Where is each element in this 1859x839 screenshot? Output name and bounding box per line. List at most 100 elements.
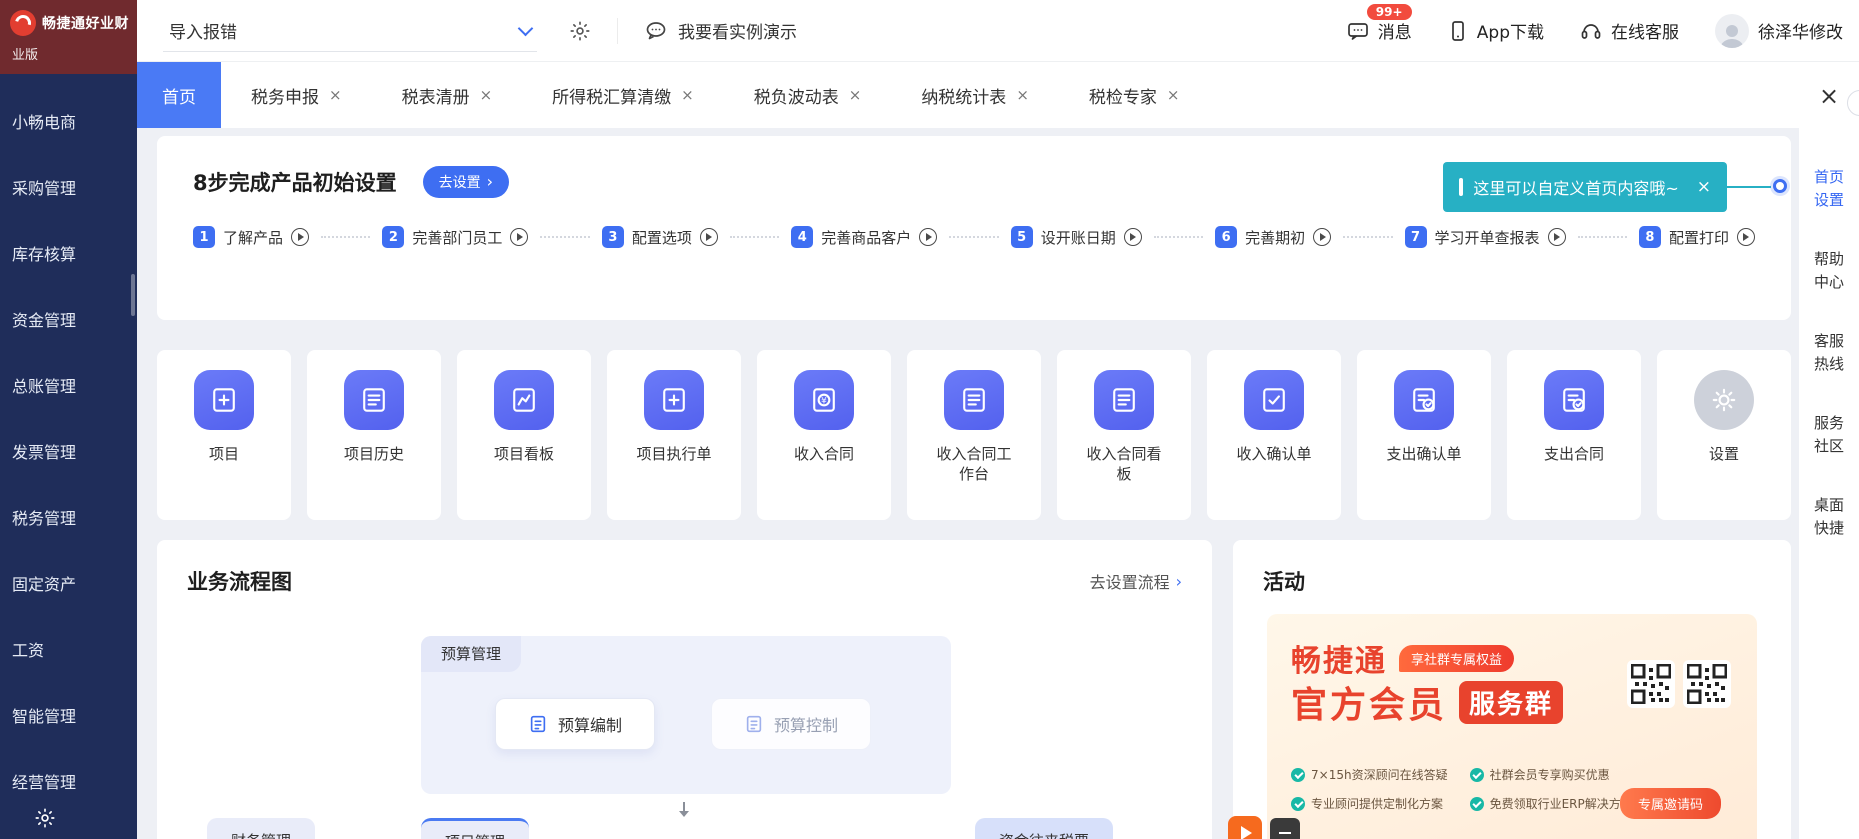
tile-expense-contract[interactable]: 支出合同 xyxy=(1507,350,1641,520)
document-check-icon xyxy=(1544,370,1604,430)
close-icon[interactable] xyxy=(1016,88,1029,103)
flow-down-arrow-icon xyxy=(679,802,689,817)
sidebar-item-fixed-assets[interactable]: 固定资产 xyxy=(0,550,137,616)
tile-income-contract[interactable]: ¥ 收入合同 xyxy=(757,350,891,520)
rail-label: 社区 xyxy=(1813,436,1844,455)
minimize-icon[interactable] xyxy=(1270,818,1300,839)
sidebar-item-ecommerce[interactable]: 小畅电商 xyxy=(0,88,137,154)
close-icon[interactable] xyxy=(329,88,342,103)
username: 徐泽华修改 xyxy=(1758,23,1843,43)
play-icon[interactable] xyxy=(699,228,718,246)
customize-tooltip: 这里可以自定义首页内容哦~ xyxy=(1443,162,1727,212)
tab-label: 纳税统计表 xyxy=(921,87,1007,108)
sidebar-item-funds[interactable]: 资金管理 xyxy=(0,286,137,352)
setup-flow-label: 去设置流程 xyxy=(1089,573,1170,592)
sidebar-item-invoice[interactable]: 发票管理 xyxy=(0,418,137,484)
demo-link[interactable]: 我要看实例演示 xyxy=(644,18,797,43)
project-form-icon xyxy=(194,370,254,430)
svg-text:¥: ¥ xyxy=(821,397,827,407)
tab-income-tax-settlement[interactable]: 所得税汇算清缴 xyxy=(552,83,694,108)
settings-gear-icon[interactable] xyxy=(569,20,591,42)
floating-recorder-icon[interactable] xyxy=(1228,816,1262,839)
sidebar-item-purchase[interactable]: 采购管理 xyxy=(0,154,137,220)
budget-compile-button[interactable]: 预算编制 xyxy=(495,698,655,750)
rail-item-help-center[interactable]: 帮助 中心 xyxy=(1799,248,1859,294)
tile-label: 支出确认单 xyxy=(1386,445,1462,463)
tile-project-execution[interactable]: 项目执行单 xyxy=(607,350,741,520)
rail-item-community[interactable]: 服务 社区 xyxy=(1799,412,1859,458)
sidebar-item-operations[interactable]: 经营管理 xyxy=(0,748,137,814)
step-label: 配置打印 xyxy=(1668,228,1729,247)
activity-card: 活动 畅捷通 享社群专属权益 官方会员 服务群 7×15h资深顾问在线答疑 社群… xyxy=(1233,540,1791,839)
play-icon[interactable] xyxy=(1313,228,1332,246)
flow-tab-finance[interactable]: 财务管理 xyxy=(207,818,316,839)
panel-toggle-icon[interactable] xyxy=(1847,90,1859,116)
tile-income-contract-workbench[interactable]: 收入合同工作台 xyxy=(907,350,1041,520)
banner-bullets: 7×15h资深顾问在线答疑 社群会员专享购买优惠 专业顾问提供定制化方案 免费领… xyxy=(1291,766,1633,812)
import-error-dropdown[interactable]: 导入报错 xyxy=(163,10,537,52)
sidebar-item-payroll[interactable]: 工资 xyxy=(0,616,137,682)
tab-tax-burden[interactable]: 税负波动表 xyxy=(754,83,862,108)
rail-label: 客服 xyxy=(1813,332,1844,350)
step-connector xyxy=(1577,236,1627,238)
tab-tax-expert[interactable]: 税检专家 xyxy=(1089,83,1180,108)
play-icon[interactable] xyxy=(291,228,310,246)
rail-item-home-settings[interactable]: 首页 设置 xyxy=(1799,166,1859,212)
online-service-item[interactable]: 在线客服 xyxy=(1580,18,1679,43)
budget-control-button[interactable]: 预算控制 xyxy=(711,698,871,750)
sidebar-item-label: 固定资产 xyxy=(12,575,77,594)
tile-settings[interactable]: 设置 xyxy=(1657,350,1791,520)
play-icon[interactable] xyxy=(1736,228,1755,246)
step-connector xyxy=(729,236,780,238)
tooltip-anchor-dot xyxy=(1773,179,1787,193)
tile-project-board[interactable]: 项目看板 xyxy=(457,350,591,520)
play-icon[interactable] xyxy=(919,228,938,246)
go-setup-button[interactable]: 去设置 xyxy=(422,166,510,198)
tile-label: 项目历史 xyxy=(343,445,404,463)
close-icon[interactable] xyxy=(480,88,493,103)
tile-project-history[interactable]: 项目历史 xyxy=(307,350,441,520)
messages-item[interactable]: 99+ 消息 xyxy=(1347,2,1414,43)
tile-income-confirmation[interactable]: 收入确认单 xyxy=(1207,350,1341,520)
invite-code-button[interactable]: 专属邀请码 xyxy=(1619,788,1721,819)
flow-tab-label: 财务管理 xyxy=(231,830,291,839)
tab-home[interactable]: 首页 xyxy=(137,62,221,128)
close-all-tabs-icon[interactable] xyxy=(1819,84,1839,108)
close-icon[interactable] xyxy=(849,88,862,103)
flow-tab-funds-tax[interactable]: 资金往来税票 xyxy=(975,818,1114,839)
promo-banner[interactable]: 畅捷通 享社群专属权益 官方会员 服务群 7×15h资深顾问在线答疑 社群会员专… xyxy=(1267,614,1757,839)
sidebar-scrollbar[interactable] xyxy=(131,274,135,316)
sidebar-item-smart-mgmt[interactable]: 智能管理 xyxy=(0,682,137,748)
banner-bullet: 社群会员专享购买优惠 xyxy=(1469,766,1633,783)
tab-tax-statistics[interactable]: 纳税统计表 xyxy=(921,83,1029,108)
sidebar-item-inventory[interactable]: 库存核算 xyxy=(0,220,137,286)
rail-item-service-hotline[interactable]: 客服 热线 xyxy=(1799,330,1859,376)
tile-project[interactable]: 项目 xyxy=(157,350,291,520)
tab-tax-register[interactable]: 税表清册 xyxy=(402,83,493,108)
rail-item-desktop-shortcut[interactable]: 桌面 快捷 xyxy=(1799,494,1859,540)
tile-income-contract-board[interactable]: 收入合同看板 xyxy=(1057,350,1191,520)
flow-tab-label: 项目管理 xyxy=(445,831,505,839)
tab-label: 税务申报 xyxy=(251,87,319,108)
tile-label: 项目 xyxy=(208,445,239,463)
app-screen: 导入报错 我要看实例演示 99+ 消息 App下载 在线客服 徐泽华修改 畅捷通… xyxy=(0,0,1859,839)
tooltip-close-icon[interactable] xyxy=(1697,179,1711,196)
step-number: 5 xyxy=(1010,226,1033,248)
chevron-down-icon xyxy=(517,20,534,36)
tab-tax-filing[interactable]: 税务申报 xyxy=(251,83,342,108)
sidebar-gear-icon[interactable] xyxy=(34,807,56,833)
tile-expense-confirmation[interactable]: 支出确认单 xyxy=(1357,350,1491,520)
close-icon[interactable] xyxy=(1167,88,1180,103)
play-icon[interactable] xyxy=(1547,228,1566,246)
app-download-item[interactable]: App下载 xyxy=(1448,18,1544,43)
close-icon[interactable] xyxy=(681,88,694,103)
setup-flow-link[interactable]: 去设置流程 xyxy=(1090,569,1182,593)
play-icon[interactable] xyxy=(510,228,529,246)
sidebar-item-ledger[interactable]: 总账管理 xyxy=(0,352,137,418)
step-connector xyxy=(540,236,590,238)
play-icon[interactable] xyxy=(1123,228,1142,246)
sidebar-item-tax[interactable]: 税务管理 xyxy=(0,484,137,550)
flow-tab-project[interactable]: 项目管理 xyxy=(421,818,530,839)
user-item[interactable]: 徐泽华修改 xyxy=(1715,13,1843,48)
step-label: 学习开单查报表 xyxy=(1434,228,1540,247)
